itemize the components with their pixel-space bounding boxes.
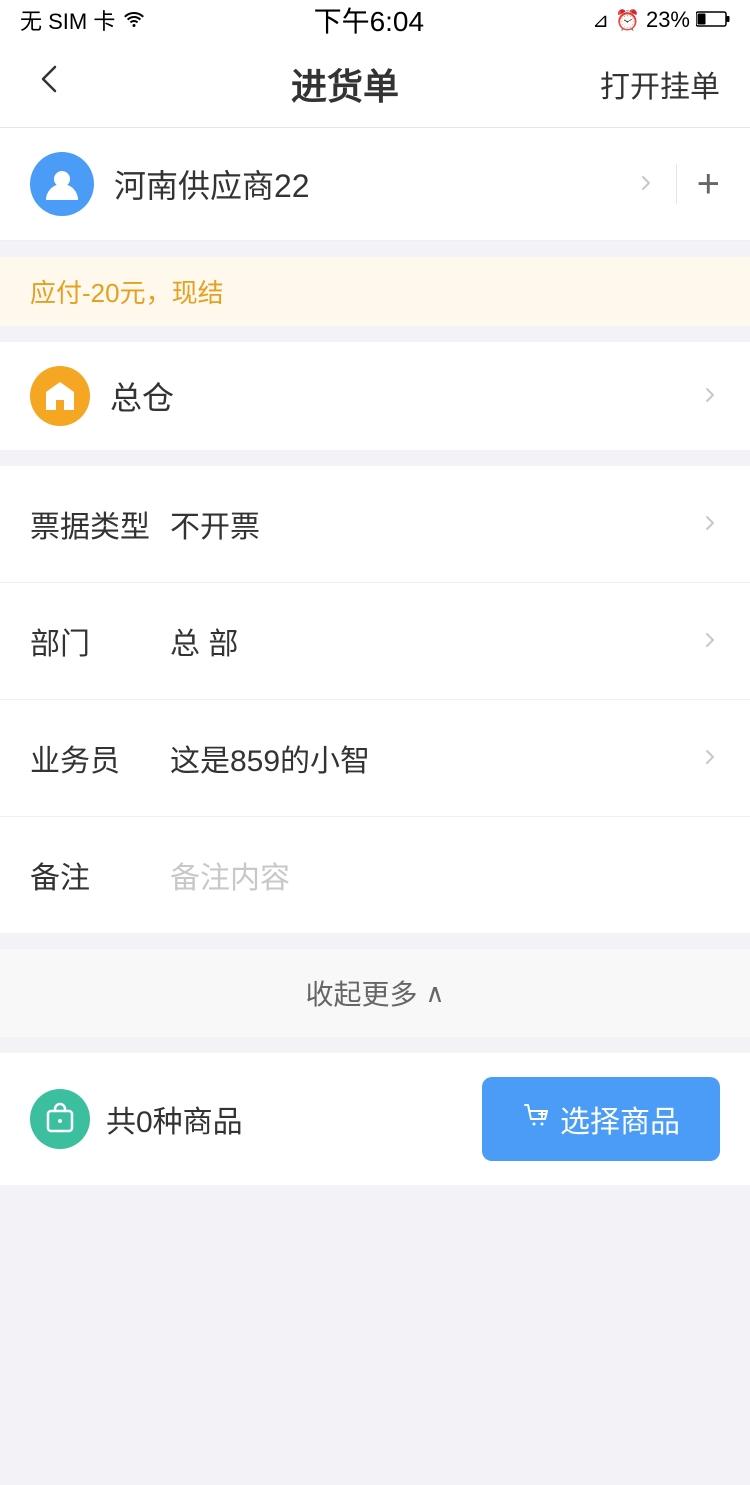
page-title: 进货单 bbox=[291, 58, 399, 110]
notice-bar: 应付-20元，现结 bbox=[0, 257, 750, 326]
supplier-section: 河南供应商22 + bbox=[0, 128, 750, 241]
department-chevron-icon bbox=[700, 625, 720, 657]
salesperson-label: 业务员 bbox=[30, 736, 170, 780]
divider bbox=[676, 164, 677, 204]
warehouse-row[interactable]: 总仓 bbox=[0, 342, 750, 450]
status-right: ⊿ ⏰ 23% bbox=[592, 7, 730, 33]
collapse-row[interactable]: 收起更多 ∧ bbox=[0, 949, 750, 1037]
status-left: 无 SIM 卡 bbox=[20, 4, 145, 36]
salesperson-row[interactable]: 业务员 这是859的小智 bbox=[0, 700, 750, 817]
sim-label: 无 SIM 卡 bbox=[20, 4, 115, 36]
supplier-name: 河南供应商22 bbox=[114, 161, 636, 207]
salesperson-value: 这是859的小智 bbox=[170, 736, 700, 780]
invoice-type-chevron-icon bbox=[700, 508, 720, 540]
battery-icon bbox=[696, 7, 730, 33]
location-icon: ⊿ bbox=[592, 8, 609, 33]
product-info: 共0种商品 bbox=[30, 1089, 243, 1149]
status-bar: 无 SIM 卡 下午6:04 ⊿ ⏰ 23% bbox=[0, 0, 750, 40]
page-background bbox=[0, 1185, 750, 1485]
collapse-icon: ∧ bbox=[425, 978, 444, 1009]
select-product-button[interactable]: 选择商品 bbox=[482, 1077, 720, 1161]
product-icon bbox=[30, 1089, 90, 1149]
product-count: 共0种商品 bbox=[106, 1097, 243, 1141]
remark-placeholder: 备注内容 bbox=[170, 853, 720, 897]
nav-bar: 进货单 打开挂单 bbox=[0, 40, 750, 128]
battery-label: 23% bbox=[646, 7, 690, 33]
supplier-avatar bbox=[30, 152, 94, 216]
supplier-chevron-icon bbox=[636, 168, 656, 200]
warehouse-chevron-icon bbox=[700, 380, 720, 412]
salesperson-chevron-icon bbox=[700, 742, 720, 774]
warehouse-section: 总仓 bbox=[0, 342, 750, 450]
supplier-row[interactable]: 河南供应商22 + bbox=[0, 128, 750, 241]
select-product-label: 选择商品 bbox=[560, 1097, 680, 1141]
bottom-bar: 共0种商品 选择商品 bbox=[0, 1053, 750, 1185]
open-pending-button[interactable]: 打开挂单 bbox=[600, 62, 720, 106]
back-button[interactable] bbox=[30, 59, 90, 108]
warehouse-icon bbox=[30, 366, 90, 426]
invoice-type-value: 不开票 bbox=[170, 502, 700, 546]
form-section: 票据类型 不开票 部门 总 部 业务员 这是859的小智 备注 备注内容 bbox=[0, 466, 750, 933]
alarm-icon: ⏰ bbox=[615, 8, 640, 33]
warehouse-name: 总仓 bbox=[110, 373, 700, 419]
cart-icon bbox=[522, 1102, 550, 1137]
department-value: 总 部 bbox=[170, 619, 700, 663]
status-time: 下午6:04 bbox=[314, 0, 425, 40]
invoice-type-label: 票据类型 bbox=[30, 502, 170, 546]
remark-row[interactable]: 备注 备注内容 bbox=[0, 817, 750, 933]
invoice-type-row[interactable]: 票据类型 不开票 bbox=[0, 466, 750, 583]
collapse-text: 收起更多 bbox=[305, 973, 417, 1013]
wifi-icon bbox=[123, 7, 145, 33]
remark-label: 备注 bbox=[30, 853, 170, 897]
add-supplier-button[interactable]: + bbox=[697, 162, 720, 207]
department-label: 部门 bbox=[30, 619, 170, 663]
notice-text: 应付-20元，现结 bbox=[30, 278, 224, 308]
department-row[interactable]: 部门 总 部 bbox=[0, 583, 750, 700]
